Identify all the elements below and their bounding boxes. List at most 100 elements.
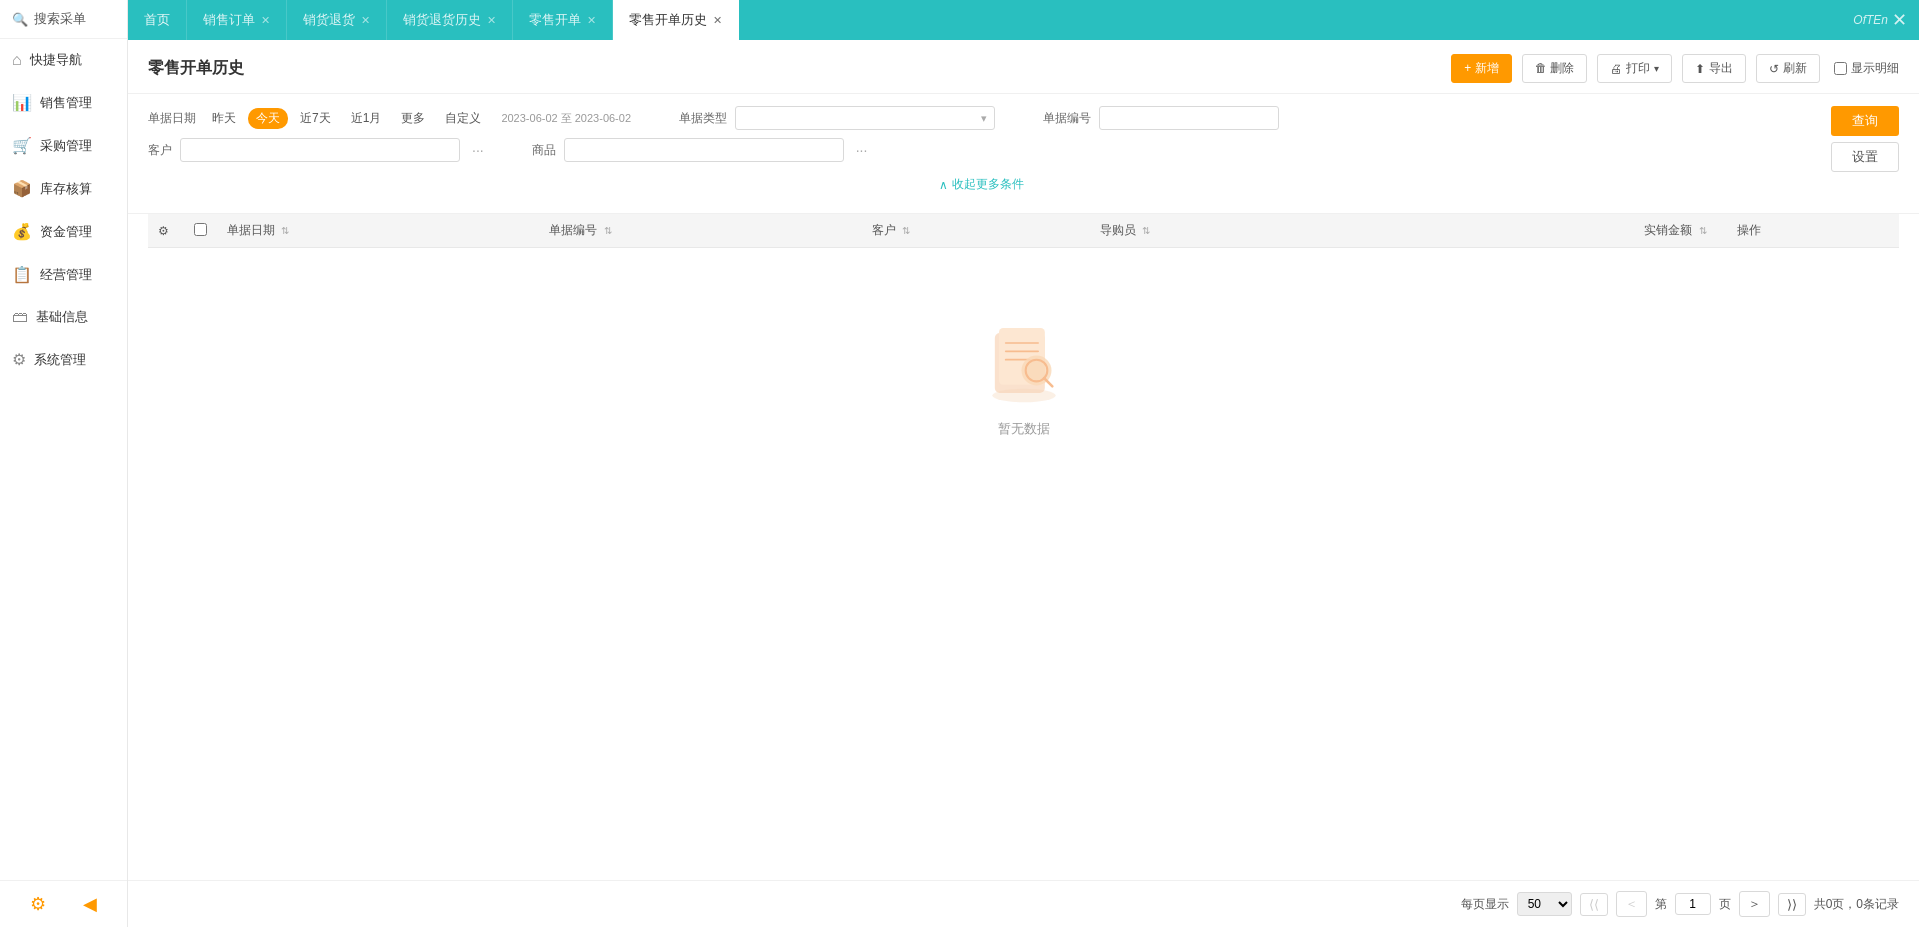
sidebar-item-sys-mgmt[interactable]: ⚙ 系统管理 xyxy=(0,338,127,381)
tab-sales-return-history-close[interactable]: ✕ xyxy=(487,14,496,27)
show-detail-label-text: 显示明细 xyxy=(1851,60,1899,77)
setting-button[interactable]: 设置 xyxy=(1831,142,1899,172)
sidebar-item-label: 采购管理 xyxy=(40,137,92,155)
home-icon: ⌂ xyxy=(12,51,22,69)
th-number-sort-icon[interactable]: ⇅ xyxy=(604,225,612,236)
first-page-btn[interactable]: ⟨⟨ xyxy=(1580,893,1608,916)
date-today-btn[interactable]: 今天 xyxy=(248,108,288,129)
sidebar-search[interactable]: 🔍 搜索采单 xyxy=(0,0,127,39)
date-yesterday-btn[interactable]: 昨天 xyxy=(204,108,244,129)
filter-area: 单据日期 昨天 今天 近7天 近1月 更多 自定义 2023-06-02 至 2… xyxy=(128,94,1919,214)
sidebar-footer: ⚙ ◀ xyxy=(0,880,127,927)
tab-retail-open-history-label: 零售开单历史 xyxy=(629,11,707,29)
th-salesperson-label: 导购员 xyxy=(1100,223,1136,237)
date-range-display: 2023-06-02 至 2023-06-02 xyxy=(501,111,631,126)
query-button[interactable]: 查询 xyxy=(1831,106,1899,136)
export-button[interactable]: ⬆ 导出 xyxy=(1682,54,1746,83)
page-word: 第 xyxy=(1655,896,1667,913)
date-shortcuts: 昨天 今天 近7天 近1月 更多 自定义 xyxy=(204,108,489,129)
th-actions-label: 操作 xyxy=(1737,223,1761,237)
settings-icon[interactable]: ⚙ xyxy=(158,224,169,238)
print-icon: 🖨 xyxy=(1610,62,1622,76)
table-header: ⚙ 单据日期 ⇅ 单据编号 ⇅ xyxy=(148,214,1899,248)
tab-sales-return-label: 销货退货 xyxy=(303,11,355,29)
export-label: 导出 xyxy=(1709,60,1733,77)
sidebar-item-inventory[interactable]: 📦 库存核算 xyxy=(0,167,127,210)
tabs-bar-right: OfTEn ✕ xyxy=(1853,9,1919,31)
table-header-row: ⚙ 单据日期 ⇅ 单据编号 ⇅ xyxy=(148,214,1899,248)
date-1month-btn[interactable]: 近1月 xyxy=(343,108,390,129)
th-checkbox xyxy=(184,214,217,248)
sidebar-item-sales-mgmt[interactable]: 📊 销售管理 xyxy=(0,81,127,124)
sidebar-item-quick-nav[interactable]: ⌂ 快捷导航 xyxy=(0,39,127,81)
tab-sales-order-close[interactable]: ✕ xyxy=(261,14,270,27)
often-label: OfTEn xyxy=(1853,13,1888,27)
goods-input[interactable] xyxy=(564,138,844,162)
type-select[interactable] xyxy=(735,106,995,130)
print-button[interactable]: 🖨 打印 ▾ xyxy=(1597,54,1672,83)
sidebar-item-finance[interactable]: 💰 资金管理 xyxy=(0,210,127,253)
tab-retail-open-history[interactable]: 零售开单历史 ✕ xyxy=(613,0,739,40)
add-button[interactable]: + 新增 xyxy=(1451,54,1511,83)
database-icon: 🗃 xyxy=(12,308,28,326)
page-input[interactable] xyxy=(1675,893,1711,915)
th-amount-sort-icon[interactable]: ⇅ xyxy=(1699,225,1707,236)
date-custom-btn[interactable]: 自定义 xyxy=(437,108,489,129)
refresh-label: 刷新 xyxy=(1783,60,1807,77)
sidebar-item-purchase-mgmt[interactable]: 🛒 采购管理 xyxy=(0,124,127,167)
tab-retail-open-history-close[interactable]: ✕ xyxy=(713,14,722,27)
sidebar-item-label: 基础信息 xyxy=(36,308,88,326)
next-page-btn[interactable]: ＞ xyxy=(1739,891,1770,917)
filter-section: 单据日期 昨天 今天 近7天 近1月 更多 自定义 2023-06-02 至 2… xyxy=(148,106,1899,205)
sidebar-item-operations[interactable]: 📋 经营管理 xyxy=(0,253,127,296)
empty-state-cell: 暂无数据 xyxy=(148,248,1899,499)
footer-settings-btn[interactable]: ⚙ xyxy=(30,893,46,915)
th-number-label: 单据编号 xyxy=(549,223,597,237)
money-icon: 💰 xyxy=(12,222,32,241)
collapse-chevron-icon: ∧ xyxy=(939,178,948,192)
filter-row-1: 单据日期 昨天 今天 近7天 近1月 更多 自定义 2023-06-02 至 2… xyxy=(148,106,1815,130)
number-input[interactable] xyxy=(1099,106,1279,130)
tab-retail-open[interactable]: 零售开单 ✕ xyxy=(513,0,613,40)
th-salesperson-sort-icon[interactable]: ⇅ xyxy=(1142,225,1150,236)
tab-retail-open-close[interactable]: ✕ xyxy=(587,14,596,27)
pagination: 每页显示 50 10 20 100 ⟨⟨ ＜ 第 页 ＞ ⟩⟩ 共0页，0条记录 xyxy=(128,880,1919,927)
content-area: 零售开单历史 + 新增 🗑 删除 🖨 打印 ▾ ⬆ 导出 ↺ 刷新 xyxy=(128,40,1919,927)
per-page-select[interactable]: 50 10 20 100 xyxy=(1517,892,1572,916)
goods-label: 商品 xyxy=(532,142,556,159)
th-customer-sort-icon[interactable]: ⇅ xyxy=(902,225,910,236)
date-7days-btn[interactable]: 近7天 xyxy=(292,108,339,129)
collapse-label: 收起更多条件 xyxy=(952,176,1024,193)
show-detail-checkbox[interactable] xyxy=(1834,62,1847,75)
goods-more-icon[interactable]: ··· xyxy=(856,142,868,158)
th-date-sort-icon[interactable]: ⇅ xyxy=(281,225,289,236)
print-label: 打印 xyxy=(1626,60,1650,77)
select-all-checkbox[interactable] xyxy=(194,223,207,236)
tab-sales-return-history[interactable]: 销货退货历史 ✕ xyxy=(387,0,513,40)
sidebar: 🔍 搜索采单 ⌂ 快捷导航 📊 销售管理 🛒 采购管理 📦 库存核算 💰 资金管… xyxy=(0,0,128,927)
sidebar-item-base-info[interactable]: 🗃 基础信息 xyxy=(0,296,127,338)
table-body: 暂无数据 xyxy=(148,248,1899,499)
type-select-wrapper: ▾ xyxy=(735,106,995,130)
footer-collapse-btn[interactable]: ◀ xyxy=(83,893,97,915)
sidebar-search-label: 搜索采单 xyxy=(34,10,86,28)
th-amount-label: 实销金额 xyxy=(1644,223,1692,237)
prev-page-btn[interactable]: ＜ xyxy=(1616,891,1647,917)
customer-more-icon[interactable]: ··· xyxy=(472,142,484,158)
th-date-label: 单据日期 xyxy=(227,223,275,237)
tabs-close-btn[interactable]: ✕ xyxy=(1892,9,1907,31)
collapse-btn[interactable]: ∧ 收起更多条件 xyxy=(939,172,1024,197)
tab-sales-return-close[interactable]: ✕ xyxy=(361,14,370,27)
export-icon: ⬆ xyxy=(1695,62,1705,76)
tab-sales-order[interactable]: 销售订单 ✕ xyxy=(187,0,287,40)
th-number: 单据编号 ⇅ xyxy=(539,214,861,248)
last-page-btn[interactable]: ⟩⟩ xyxy=(1778,893,1806,916)
delete-button[interactable]: 🗑 删除 xyxy=(1522,54,1587,83)
tab-sales-return[interactable]: 销货退货 ✕ xyxy=(287,0,387,40)
customer-input[interactable] xyxy=(180,138,460,162)
refresh-button[interactable]: ↺ 刷新 xyxy=(1756,54,1820,83)
tab-home[interactable]: 首页 xyxy=(128,0,187,40)
tab-retail-open-label: 零售开单 xyxy=(529,11,581,29)
show-detail-toggle[interactable]: 显示明细 xyxy=(1834,60,1899,77)
date-more-btn[interactable]: 更多 xyxy=(393,108,433,129)
